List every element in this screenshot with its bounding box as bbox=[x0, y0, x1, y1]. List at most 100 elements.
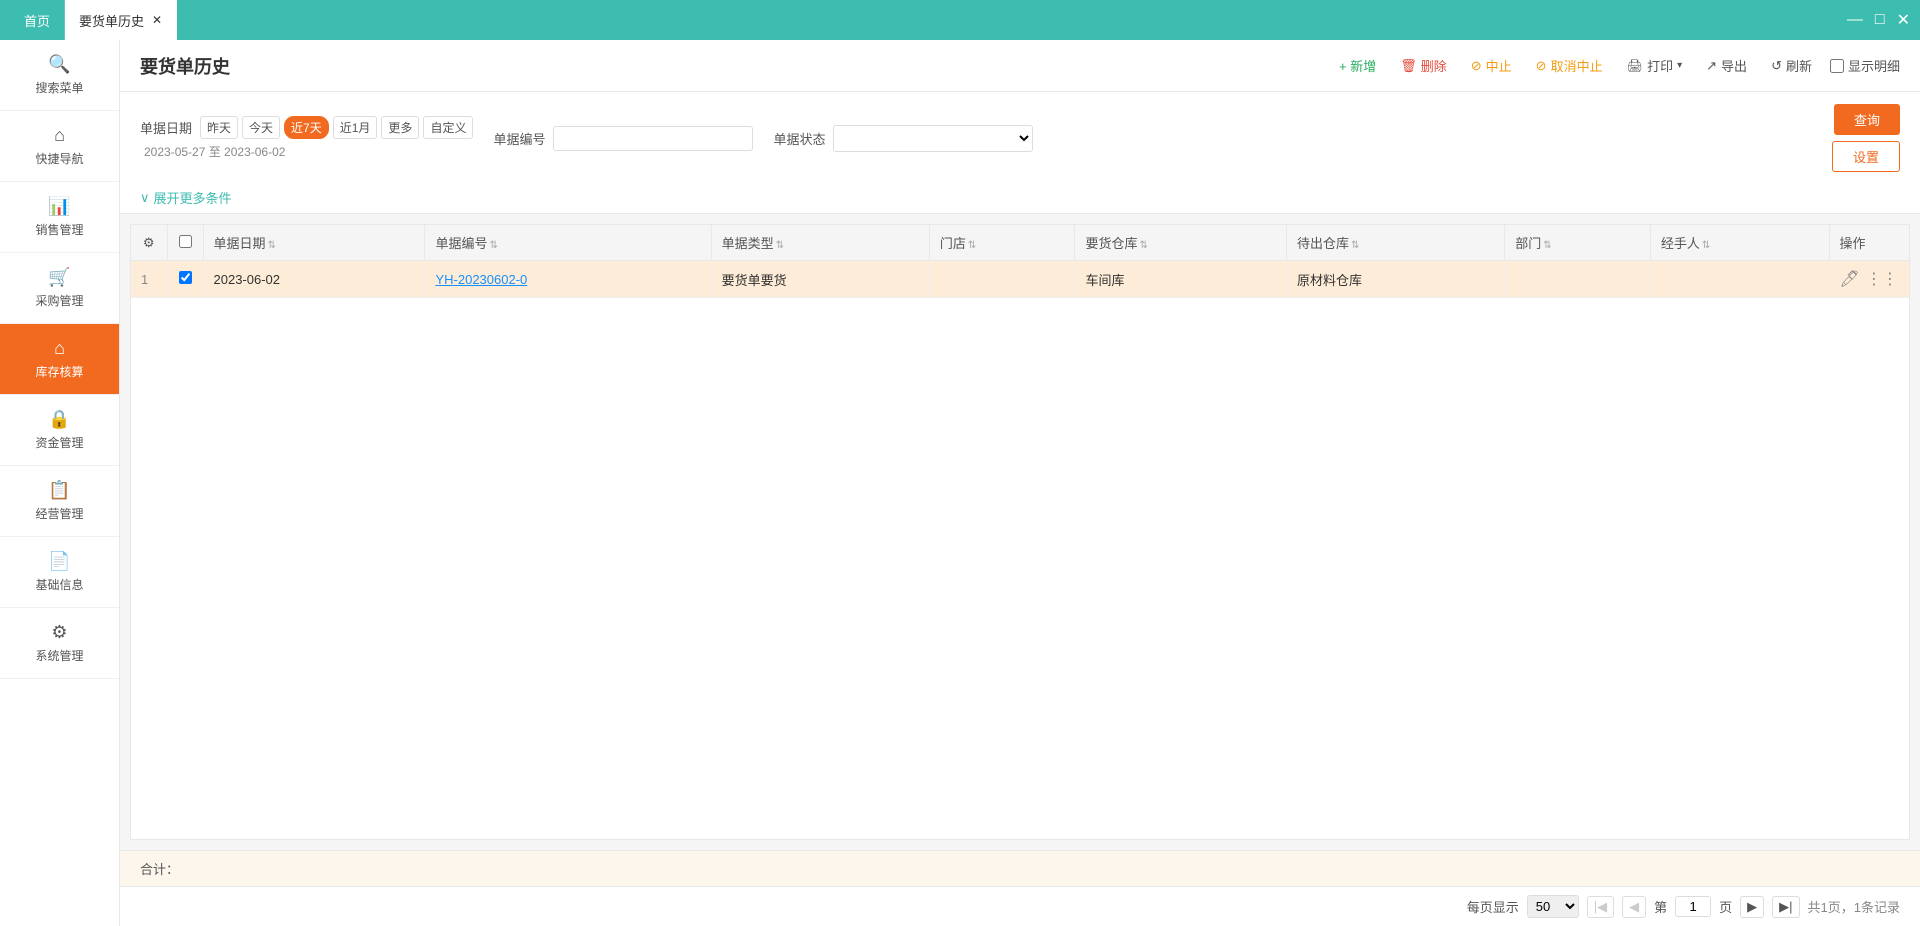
display-cell-toggle[interactable]: 显示明细 bbox=[1830, 56, 1900, 75]
sidebar-item-operation[interactable]: 📋 经营管理 bbox=[0, 466, 119, 537]
refresh-button[interactable]: ↺ 刷新 bbox=[1765, 52, 1818, 79]
tab-home[interactable]: 首页 bbox=[10, 0, 65, 40]
col-settings[interactable]: ⚙ bbox=[131, 225, 167, 261]
page-title: 要货单历史 bbox=[140, 53, 230, 79]
sidebar-item-sales-label: 销售管理 bbox=[35, 221, 83, 238]
date-btn-custom[interactable]: 自定义 bbox=[423, 116, 473, 139]
col-handler[interactable]: 经手人⇅ bbox=[1650, 225, 1829, 261]
delete-button[interactable]: 🗑 删除 bbox=[1394, 52, 1453, 79]
next-page-btn[interactable]: ▶ bbox=[1740, 896, 1764, 918]
page-of-label: 页 bbox=[1719, 897, 1732, 916]
per-page-select[interactable]: 50 20 100 bbox=[1527, 895, 1579, 918]
display-cell-label: 显示明细 bbox=[1848, 56, 1900, 75]
home-icon: ⌂ bbox=[54, 125, 65, 146]
sidebar-item-shortcut[interactable]: ⌂ 快捷导航 bbox=[0, 111, 119, 182]
col-dept[interactable]: 部门⇅ bbox=[1505, 225, 1651, 261]
sidebar-item-search[interactable]: 🔍 搜索菜单 bbox=[0, 40, 119, 111]
date-btn-today[interactable]: 今天 bbox=[242, 116, 280, 139]
row-store bbox=[929, 261, 1075, 298]
date-btn-yesterday[interactable]: 昨天 bbox=[200, 116, 238, 139]
row-doc-number[interactable]: YH-20230602-0 bbox=[425, 261, 711, 298]
tab-close-icon[interactable]: ✕ bbox=[152, 13, 162, 27]
per-page-label: 每页显示 bbox=[1467, 897, 1519, 916]
sidebar-item-shortcut-label: 快捷导航 bbox=[35, 150, 83, 167]
prev-page-btn[interactable]: ◀ bbox=[1622, 896, 1646, 918]
inventory-icon: ⌂ bbox=[54, 338, 65, 359]
cart-icon: 🛒 bbox=[48, 267, 70, 288]
last-page-btn[interactable]: ▶| bbox=[1772, 896, 1799, 918]
print-button[interactable]: 🖨 打印 ▾ bbox=[1621, 52, 1689, 79]
layout: 🔍 搜索菜单 ⌂ 快捷导航 📊 销售管理 🛒 采购管理 ⌂ 库存核算 🔒 资金管… bbox=[0, 40, 1920, 926]
doc-status-select[interactable] bbox=[833, 125, 1033, 152]
page-input[interactable] bbox=[1675, 896, 1711, 917]
sort-icon-doc-number: ⇅ bbox=[489, 240, 497, 251]
cancel-icon: ⊘ bbox=[1536, 58, 1547, 74]
query-button[interactable]: 查询 bbox=[1834, 104, 1900, 135]
row-doc-type: 要货单要货 bbox=[711, 261, 929, 298]
select-all-checkbox[interactable] bbox=[179, 235, 192, 248]
row-edit-icon[interactable]: 🖊 bbox=[1840, 269, 1860, 289]
row-doc-date: 2023-06-02 bbox=[203, 261, 425, 298]
first-page-btn[interactable]: |◀ bbox=[1587, 896, 1614, 918]
table-header-row: ⚙ 单据日期⇅ 单据编号⇅ 单据类型⇅ 门店⇅ 要货仓库⇅ 待出仓库⇅ 部门⇅ … bbox=[131, 225, 1909, 261]
page-info: 共1页，1条记录 bbox=[1808, 897, 1900, 916]
close-window-icon[interactable]: ✕ bbox=[1897, 10, 1910, 30]
cancel-stop-button[interactable]: ⊘ 取消中止 bbox=[1530, 52, 1609, 79]
date-btn-1month[interactable]: 近1月 bbox=[333, 116, 378, 139]
sidebar-item-inventory-label: 库存核算 bbox=[35, 363, 83, 380]
filter-area: 单据日期 昨天 今天 近7天 近1月 更多 自定义 2023-05-27 至 2… bbox=[120, 92, 1920, 214]
stop-button[interactable]: ⊘ 中止 bbox=[1465, 52, 1518, 79]
sort-icon-store: ⇅ bbox=[968, 240, 976, 251]
col-checkbox bbox=[167, 225, 203, 261]
export-icon: ↗ bbox=[1706, 58, 1717, 74]
col-store[interactable]: 门店⇅ bbox=[929, 225, 1075, 261]
sidebar-item-inventory[interactable]: ⌂ 库存核算 bbox=[0, 324, 119, 395]
sidebar-item-operation-label: 经营管理 bbox=[35, 505, 83, 522]
sidebar-item-system[interactable]: ⚙ 系统管理 bbox=[0, 608, 119, 679]
row-req-warehouse: 车间库 bbox=[1075, 261, 1287, 298]
sidebar-item-finance[interactable]: 🔒 资金管理 bbox=[0, 395, 119, 466]
sidebar-item-basic[interactable]: 📄 基础信息 bbox=[0, 537, 119, 608]
minimize-icon[interactable]: — bbox=[1847, 11, 1863, 29]
window-controls: — □ ✕ bbox=[1847, 10, 1910, 30]
tab-requisition-history[interactable]: 要货单历史 ✕ bbox=[65, 0, 177, 40]
export-button[interactable]: ↗ 导出 bbox=[1700, 52, 1753, 79]
row-checkbox-cell bbox=[167, 261, 203, 298]
display-cell-checkbox[interactable] bbox=[1830, 59, 1844, 73]
column-settings-icon[interactable]: ⚙ bbox=[143, 235, 155, 250]
col-doc-type[interactable]: 单据类型⇅ bbox=[711, 225, 929, 261]
col-action: 操作 bbox=[1829, 225, 1909, 261]
date-btn-more[interactable]: 更多 bbox=[381, 116, 419, 139]
footer-total: 合计： bbox=[120, 850, 1920, 886]
maximize-icon[interactable]: □ bbox=[1875, 11, 1885, 29]
expand-chevron-icon: ∨ bbox=[140, 190, 150, 206]
add-button[interactable]: + 新增 bbox=[1333, 52, 1382, 79]
col-doc-number[interactable]: 单据编号⇅ bbox=[425, 225, 711, 261]
doc-status-label: 单据状态 bbox=[773, 129, 825, 148]
expand-more-btn[interactable]: ∨ 展开更多条件 bbox=[140, 182, 1900, 213]
pagination: 每页显示 50 20 100 |◀ ◀ 第 页 ▶ ▶| 共1页，1条记录 bbox=[120, 886, 1920, 926]
sidebar: 🔍 搜索菜单 ⌂ 快捷导航 📊 销售管理 🛒 采购管理 ⌂ 库存核算 🔒 资金管… bbox=[0, 40, 120, 926]
doc-number-input[interactable] bbox=[553, 126, 753, 151]
col-doc-date[interactable]: 单据日期⇅ bbox=[203, 225, 425, 261]
data-table: ⚙ 单据日期⇅ 单据编号⇅ 单据类型⇅ 门店⇅ 要货仓库⇅ 待出仓库⇅ 部门⇅ … bbox=[131, 225, 1909, 298]
gear-icon: ⚙ bbox=[51, 622, 67, 643]
row-more-icon[interactable]: ⋮⋮ bbox=[1866, 269, 1898, 289]
table-row: 1 2023-06-02 YH-20230602-0 要货单要货 车间库 原材料… bbox=[131, 261, 1909, 298]
col-req-warehouse[interactable]: 要货仓库⇅ bbox=[1075, 225, 1287, 261]
main-content: 要货单历史 + 新增 🗑 删除 ⊘ 中止 ⊘ 取消中止 🖨 打印 bbox=[120, 40, 1920, 926]
settings-button[interactable]: 设置 bbox=[1832, 141, 1900, 172]
doc-link[interactable]: YH-20230602-0 bbox=[435, 272, 527, 287]
search-icon: 🔍 bbox=[48, 54, 70, 75]
sort-icon-doc-date: ⇅ bbox=[268, 240, 276, 251]
table-area: ⚙ 单据日期⇅ 单据编号⇅ 单据类型⇅ 门店⇅ 要货仓库⇅ 待出仓库⇅ 部门⇅ … bbox=[130, 224, 1910, 840]
row-checkbox[interactable] bbox=[179, 271, 192, 284]
date-btn-7days[interactable]: 近7天 bbox=[284, 116, 329, 139]
sidebar-item-sales[interactable]: 📊 销售管理 bbox=[0, 182, 119, 253]
sort-icon-doc-type: ⇅ bbox=[776, 240, 784, 251]
col-pending-warehouse[interactable]: 待出仓库⇅ bbox=[1287, 225, 1505, 261]
sidebar-item-purchase-label: 采购管理 bbox=[35, 292, 83, 309]
sidebar-item-purchase[interactable]: 🛒 采购管理 bbox=[0, 253, 119, 324]
top-bar: 首页 要货单历史 ✕ — □ ✕ bbox=[0, 0, 1920, 40]
sidebar-item-finance-label: 资金管理 bbox=[35, 434, 83, 451]
